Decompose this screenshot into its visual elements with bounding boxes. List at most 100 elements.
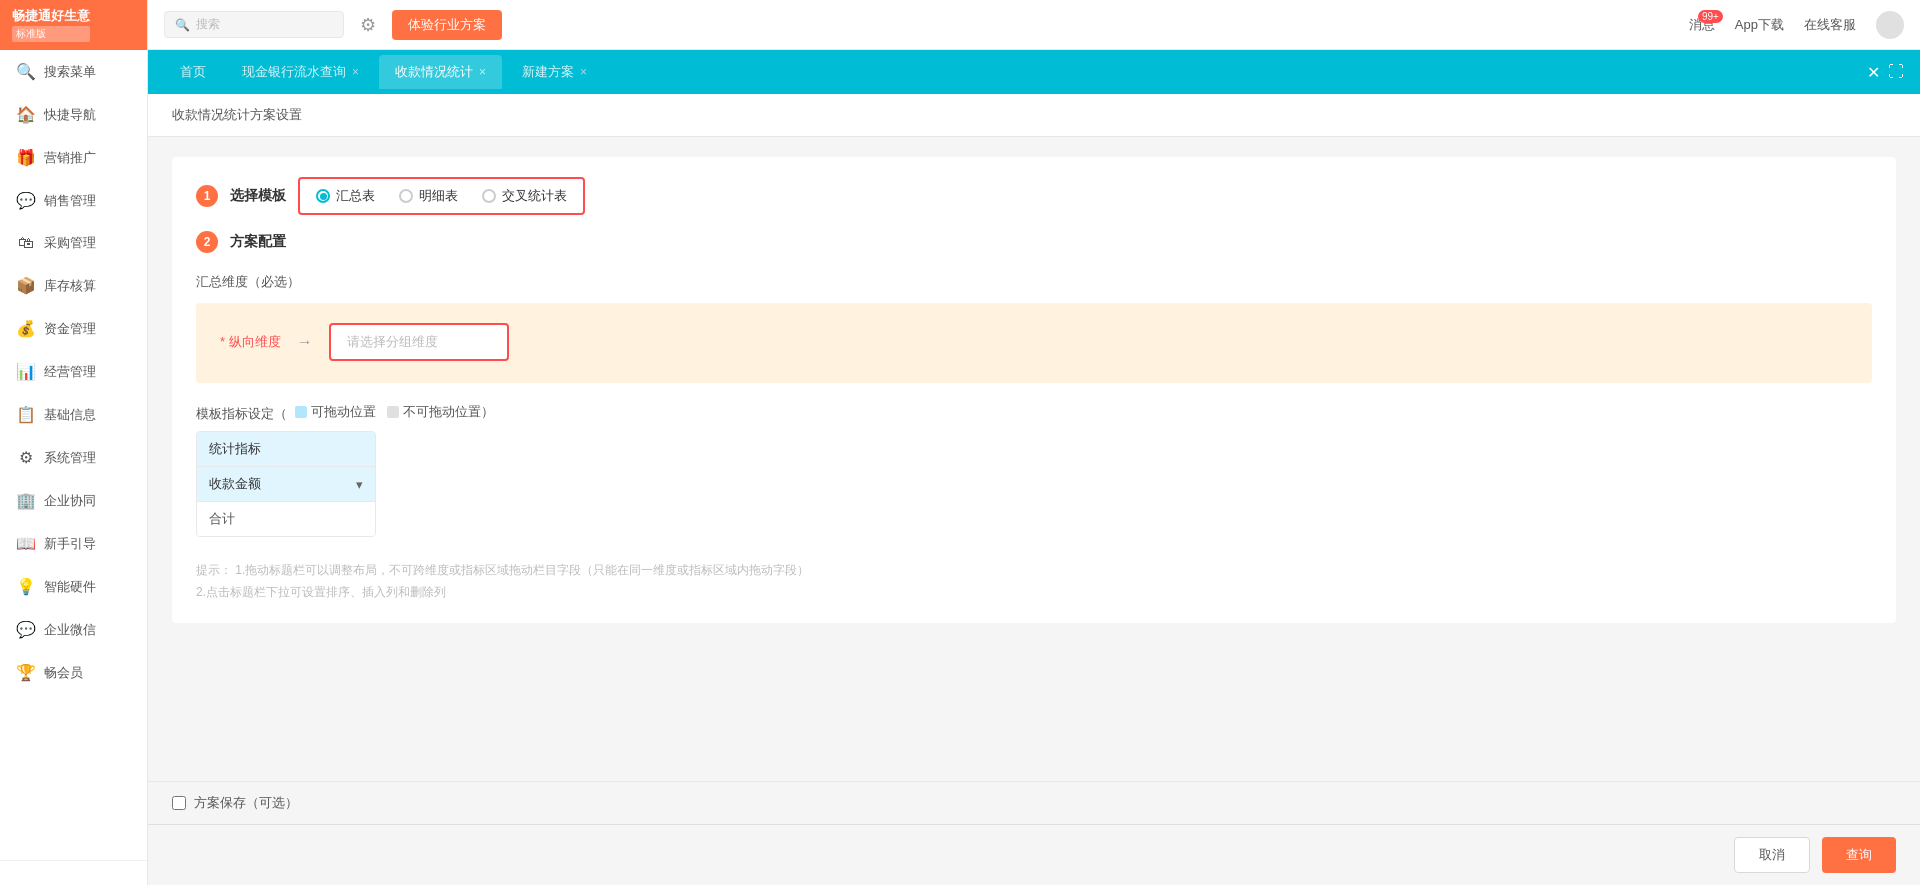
sidebar-label-newbie: 新手引导 [44, 535, 96, 553]
sidebar-item-member[interactable]: 🏆 畅会员 [0, 651, 147, 694]
tab-cashflow[interactable]: 现金银行流水查询× [226, 55, 375, 89]
sidebar-item-hardware[interactable]: 💡智能硬件 [0, 565, 147, 608]
sidebar-item-sales[interactable]: 💬销售管理 [0, 179, 147, 222]
radio-summary[interactable]: 汇总表 [316, 187, 375, 205]
tabbar: 首页现金银行流水查询× 收款情况统计 × 新建方案 × ✕ ⛶ [148, 50, 1920, 94]
draggable-dot [295, 406, 307, 418]
tab-newplan[interactable]: 新建方案 × [506, 55, 603, 89]
sidebar-item-operation[interactable]: 📊 经营管理 [0, 350, 147, 393]
system-icon: ⚙ [16, 448, 36, 467]
tabbar-actions: ✕ ⛶ [1867, 63, 1904, 82]
member-icon: 🏆 [16, 663, 36, 682]
dimension-title: 汇总维度（必选） [196, 273, 1872, 291]
page-header: 收款情况统计方案设置 [148, 94, 1920, 137]
page-content: 收款情况统计方案设置 1 选择模板 汇总表 明细表 [148, 94, 1920, 885]
message-badge: 99+ [1698, 10, 1723, 23]
column-dropdown-icon: ▾ [356, 477, 363, 492]
settings-icon[interactable]: ⚙ [360, 14, 376, 36]
sidebar-item-marketing[interactable]: 🎁 营销推广 [0, 136, 147, 179]
sidebar-label-operation: 经营管理 [44, 363, 96, 381]
radio-detail-label: 明细表 [419, 187, 458, 205]
step2-badge: 2 [196, 231, 218, 253]
tab-receipt[interactable]: 收款情况统计 × [379, 55, 502, 89]
sidebar-item-search[interactable]: 🔍搜索菜单 [0, 50, 147, 93]
metrics-title: 模板指标设定（ 可拖动位置 不可拖动位置） [196, 403, 1872, 423]
footer-actions: 取消 查询 [148, 824, 1920, 885]
legend-draggable: 可拖动位置 [295, 403, 376, 421]
sidebar-item-purchase[interactable]: 🛍 采购管理 [0, 222, 147, 264]
user-avatar[interactable] [1876, 11, 1904, 39]
logo-name: 畅捷通好生意 [12, 8, 90, 24]
message-icon-wrap[interactable]: 消息 99+ [1689, 16, 1715, 34]
corp-icon: 🏢 [16, 491, 36, 510]
sidebar-item-newbie[interactable]: 📖 新手引导 [0, 522, 147, 565]
close-window-icon[interactable]: ✕ [1867, 63, 1880, 82]
tab-close-cashflow[interactable]: × [352, 65, 359, 79]
step1-badge: 1 [196, 185, 218, 207]
topbar: 🔍 搜索 ⚙ 体验行业方案 消息 99+ App下载 在线客服 [148, 0, 1920, 50]
purchase-icon: 🛍 [16, 234, 36, 252]
cancel-button[interactable]: 取消 [1734, 837, 1810, 873]
sidebar-label-inventory: 库存核算 [44, 277, 96, 295]
dimension-config: 汇总维度（必选） * 纵向维度 → 请选择分组维度 [196, 273, 1872, 383]
tab-home[interactable]: 首页 [164, 55, 222, 89]
sidebar-bottom [0, 860, 147, 885]
step1-row: 1 选择模板 汇总表 明细表 交叉统计表 [196, 177, 1872, 215]
search-box[interactable]: 🔍 搜索 [164, 11, 344, 38]
sidebar-logo: 畅捷通好生意 标准版 [0, 0, 147, 50]
query-button[interactable]: 查询 [1822, 837, 1896, 873]
sidebar-item-finance[interactable]: 💰资金管理 [0, 307, 147, 350]
sidebar-label-wechat: 企业微信 [44, 621, 96, 639]
row-label-total: 合计 [209, 511, 235, 526]
expand-window-icon[interactable]: ⛶ [1888, 63, 1904, 82]
sidebar-item-inventory[interactable]: 📦 库存核算 [0, 264, 147, 307]
sidebar-label-purchase: 采购管理 [44, 234, 96, 252]
draggable-label: 可拖动位置 [311, 403, 376, 421]
finance-icon: 💰 [16, 319, 36, 338]
sales-icon: 💬 [16, 191, 36, 210]
support-link[interactable]: 在线客服 [1804, 16, 1856, 34]
operation-icon: 📊 [16, 362, 36, 381]
vertical-label: * 纵向维度 [220, 333, 281, 351]
hardware-icon: 💡 [16, 577, 36, 596]
sidebar-label-corp: 企业协同 [44, 492, 96, 510]
quicknav-icon: 🏠 [16, 105, 36, 124]
metrics-table: 统计指标 收款金额 ▾ 合计 [196, 431, 376, 537]
sidebar-item-corp[interactable]: 🏢 企业协同 [0, 479, 147, 522]
page-body: 1 选择模板 汇总表 明细表 交叉统计表 [148, 137, 1920, 781]
radio-cross[interactable]: 交叉统计表 [482, 187, 567, 205]
sidebar-item-system[interactable]: ⚙ 系统管理 [0, 436, 147, 479]
sidebar-item-wechat[interactable]: 💬企业微信 [0, 608, 147, 651]
metrics-column-header[interactable]: 收款金额 ▾ [197, 467, 375, 502]
save-option-bar: 方案保存（可选） [148, 781, 1920, 824]
dimension-select[interactable]: 请选择分组维度 [329, 323, 509, 361]
fixed-dot [387, 406, 399, 418]
main-card: 1 选择模板 汇总表 明细表 交叉统计表 [172, 157, 1896, 623]
metrics-row-total: 合计 [197, 502, 375, 536]
tab-label-receipt: 收款情况统计 [395, 63, 473, 81]
arrow-icon: → [297, 333, 313, 351]
radio-dot-summary [316, 189, 330, 203]
save-checkbox[interactable] [172, 796, 186, 810]
sidebar-label-quicknav: 快捷导航 [44, 106, 96, 124]
newbie-icon: 📖 [16, 534, 36, 553]
radio-cross-label: 交叉统计表 [502, 187, 567, 205]
tab-close-newplan[interactable]: × [580, 65, 587, 79]
template-radio-group: 汇总表 明细表 交叉统计表 [298, 177, 585, 215]
sidebar: 畅捷通好生意 标准版 🔍搜索菜单 🏠 快捷导航 🎁 营销推广 💬销售管理 🛍 采购管理 📦 库存核… [0, 0, 148, 885]
sidebar-item-basic[interactable]: 📋基础信息 [0, 393, 147, 436]
sidebar-label-marketing: 营销推广 [44, 149, 96, 167]
radio-detail[interactable]: 明细表 [399, 187, 458, 205]
sidebar-label-member: 畅会员 [44, 664, 83, 682]
logo-badge: 标准版 [12, 26, 90, 42]
sidebar-label-system: 系统管理 [44, 449, 96, 467]
column-name: 收款金额 [209, 475, 261, 493]
tab-close-receipt[interactable]: × [479, 65, 486, 79]
sidebar-item-quicknav[interactable]: 🏠 快捷导航 [0, 93, 147, 136]
trial-button[interactable]: 体验行业方案 [392, 10, 502, 40]
inventory-icon: 📦 [16, 276, 36, 295]
topbar-right: 消息 99+ App下载 在线客服 [1689, 11, 1904, 39]
tab-label-newplan: 新建方案 [522, 63, 574, 81]
download-link[interactable]: App下载 [1735, 16, 1784, 34]
marketing-icon: 🎁 [16, 148, 36, 167]
